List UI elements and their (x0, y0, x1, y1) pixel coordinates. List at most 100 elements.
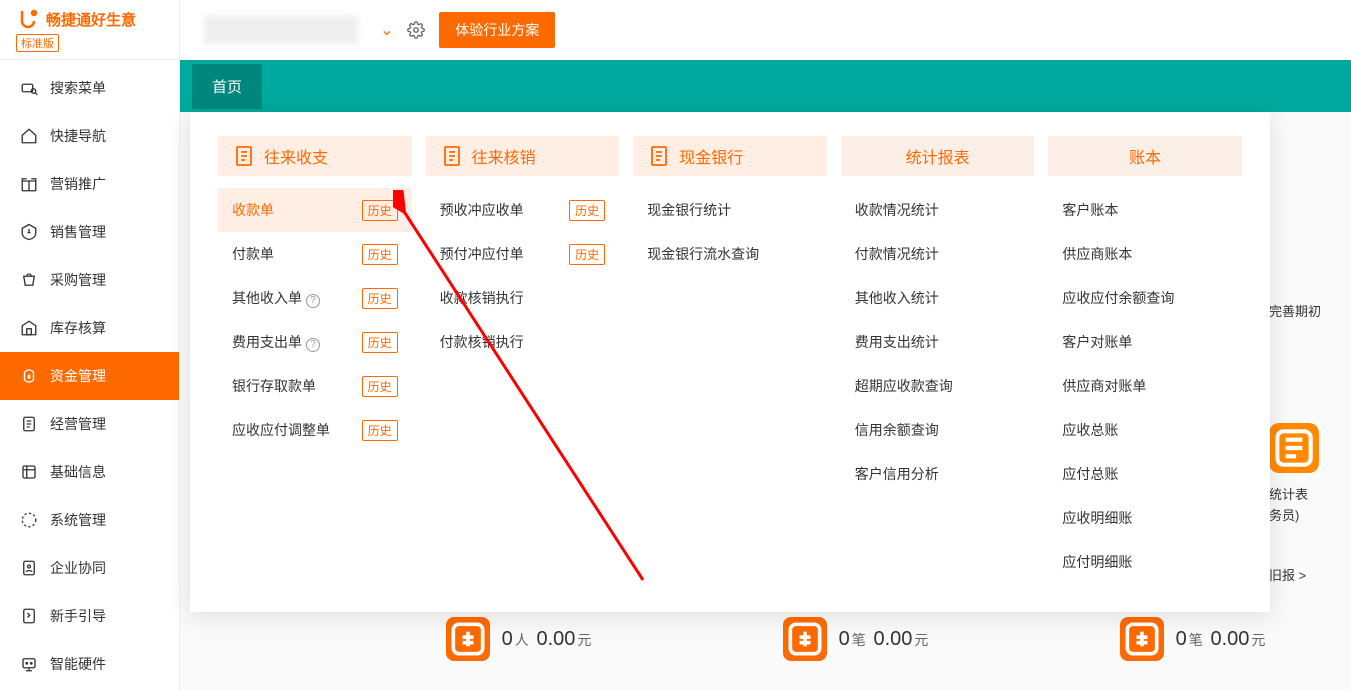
mega-column: 往来核销预收冲应收单历史预付冲应付单历史收款核销执行付款核销执行 (426, 136, 620, 588)
stat-count-unit: 人 (515, 632, 529, 648)
history-tag[interactable]: 历史 (362, 332, 398, 353)
brand-edition: 标准版 (16, 34, 59, 52)
mega-menu-item[interactable]: 客户账本 (1048, 188, 1242, 232)
right-text-3: 务员) (1269, 506, 1339, 527)
help-icon[interactable]: ? (306, 294, 320, 308)
mega-menu-item[interactable]: 收款情况统计 (841, 188, 1035, 232)
mega-menu-item[interactable]: 费用支出单?历史 (218, 320, 412, 364)
nav-item-basic[interactable]: 基础信息 (0, 448, 179, 496)
document-icon (440, 144, 464, 168)
settings-icon[interactable] (407, 21, 425, 39)
mega-menu-item[interactable]: 预付冲应付单 历史 (426, 232, 620, 276)
nav-item-operate[interactable]: 经营管理 (0, 400, 179, 448)
mega-menu-item[interactable]: 客户对账单 (1048, 320, 1242, 364)
stat-amount-unit: 元 (1251, 632, 1265, 648)
report-badge-icon[interactable] (1269, 423, 1319, 473)
history-tag[interactable]: 历史 (362, 200, 398, 221)
nav-item-label: 系统管理 (50, 510, 106, 530)
mega-item-label: 现金银行统计 (647, 202, 731, 218)
mega-item-label: 供应商对账单 (1062, 378, 1146, 394)
org-selector-label (204, 16, 358, 44)
mega-menu-item[interactable]: 其他收入单?历史 (218, 276, 412, 320)
mega-item-label: 供应商账本 (1062, 246, 1132, 262)
nav-item-marketing[interactable]: 营销推广 (0, 160, 179, 208)
nav-item-sales[interactable]: 销售管理 (0, 208, 179, 256)
mega-menu-item[interactable]: 应收总账 (1048, 408, 1242, 452)
stat-amount-unit: 元 (914, 632, 928, 648)
nav-item-quicknav[interactable]: 快捷导航 (0, 112, 179, 160)
mega-item-label: 应收明细账 (1062, 510, 1132, 526)
mega-menu-item[interactable]: 其他收入统计 (841, 276, 1035, 320)
brand-name: 畅捷通好生意 (46, 9, 136, 30)
right-text-2: 统计表 (1269, 485, 1339, 506)
right-text-1: 完善期初 (1269, 302, 1339, 323)
right-text-4[interactable]: 旧报 > (1269, 566, 1339, 587)
nav-item-funds[interactable]: 资金管理 (0, 352, 179, 400)
industry-plan-button[interactable]: 体验行业方案 (439, 12, 555, 48)
hardware-icon (20, 655, 38, 673)
mega-item-label: 应收应付余额查询 (1062, 290, 1174, 306)
mega-menu-item[interactable]: 现金银行统计 (633, 188, 827, 232)
nav-item-collab[interactable]: 企业协同 (0, 544, 179, 592)
mega-menu-item[interactable]: 供应商账本 (1048, 232, 1242, 276)
nav-item-search[interactable]: 搜索菜单 (0, 64, 179, 112)
mega-column-title: 现金银行 (679, 144, 743, 168)
nav-item-stock[interactable]: 库存核算 (0, 304, 179, 352)
mega-column: 统计报表收款情况统计付款情况统计其他收入统计费用支出统计超期应收款查询信用余额查… (841, 136, 1035, 588)
basic-icon (20, 463, 38, 481)
mega-menu-item[interactable]: 供应商对账单 (1048, 364, 1242, 408)
nav-item-purchase[interactable]: 采购管理 (0, 256, 179, 304)
sales-icon (20, 223, 38, 241)
org-dropdown-icon[interactable]: ⌄ (380, 20, 393, 40)
mega-menu-item[interactable]: 现金银行流水查询 (633, 232, 827, 276)
mega-menu-item[interactable]: 费用支出统计 (841, 320, 1035, 364)
stat-count: 0 (1176, 628, 1187, 650)
stat-count-unit: 笔 (852, 632, 866, 648)
mega-menu-item[interactable]: 超期应收款查询 (841, 364, 1035, 408)
mega-menu-item[interactable]: 付款情况统计 (841, 232, 1035, 276)
mega-menu-item[interactable]: 预收冲应收单历史 (426, 188, 620, 232)
nav-item-system[interactable]: 系统管理 (0, 496, 179, 544)
mega-item-label: 信用余额查询 (855, 422, 939, 438)
mega-item-label: 费用支出统计 (855, 334, 939, 350)
mega-menu-item[interactable]: 收款单历史 (218, 188, 412, 232)
nav-item-hardware[interactable]: 智能硬件 (0, 640, 179, 688)
mega-menu-item[interactable]: 应收应付调整单历史 (218, 408, 412, 452)
mega-menu-item[interactable]: 付款单历史 (218, 232, 412, 276)
sidebar: 畅捷通好生意 标准版 搜索菜单快捷导航营销推广销售管理采购管理库存核算资金管理经… (0, 0, 180, 691)
help-icon[interactable]: ? (306, 338, 320, 352)
stat-amount-unit: 元 (577, 632, 591, 648)
mega-menu-item[interactable]: 应付总账 (1048, 452, 1242, 496)
mega-menu-item[interactable]: 客户信用分析 (841, 452, 1035, 496)
mega-column-header: 账本 (1048, 136, 1242, 176)
mega-menu-item[interactable]: 应收明细账 (1048, 496, 1242, 540)
nav-item-label: 基础信息 (50, 462, 106, 482)
history-tag[interactable]: 历史 (569, 200, 605, 221)
history-tag[interactable]: 历史 (569, 244, 605, 265)
mega-column-title: 往来收支 (264, 144, 328, 168)
history-tag[interactable]: 历史 (362, 420, 398, 441)
search-icon (20, 79, 38, 97)
mega-menu-item[interactable]: 银行存取款单历史 (218, 364, 412, 408)
nav-item-label: 快捷导航 (50, 126, 106, 146)
history-tag[interactable]: 历史 (362, 288, 398, 309)
stat-card: 0笔 0.00元 (783, 617, 929, 661)
mega-item-label: 应付总账 (1062, 466, 1118, 482)
mega-menu-item[interactable]: 应付明细账 (1048, 540, 1242, 584)
nav-item-label: 新手引导 (50, 606, 106, 626)
mega-item-label: 付款情况统计 (855, 246, 939, 262)
nav-item-label: 搜索菜单 (50, 78, 106, 98)
stat-card: 0笔 0.00元 (1120, 617, 1266, 661)
mega-menu-item[interactable]: 信用余额查询 (841, 408, 1035, 452)
mega-menu-item[interactable]: 收款核销执行 (426, 276, 620, 320)
history-tag[interactable]: 历史 (362, 244, 398, 265)
mega-column: 账本客户账本供应商账本应收应付余额查询客户对账单供应商对账单应收总账应付总账应收… (1048, 136, 1242, 588)
history-tag[interactable]: 历史 (362, 376, 398, 397)
nav-item-guide[interactable]: 新手引导 (0, 592, 179, 640)
tab-bar: 首页 (180, 60, 1351, 112)
tab-home[interactable]: 首页 (192, 64, 262, 109)
mega-menu-item[interactable]: 付款核销执行 (426, 320, 620, 364)
mega-item-label: 预付冲应付单 (440, 246, 524, 262)
mega-menu-item[interactable]: 应收应付余额查询 (1048, 276, 1242, 320)
mega-item-label: 付款核销执行 (440, 334, 524, 350)
